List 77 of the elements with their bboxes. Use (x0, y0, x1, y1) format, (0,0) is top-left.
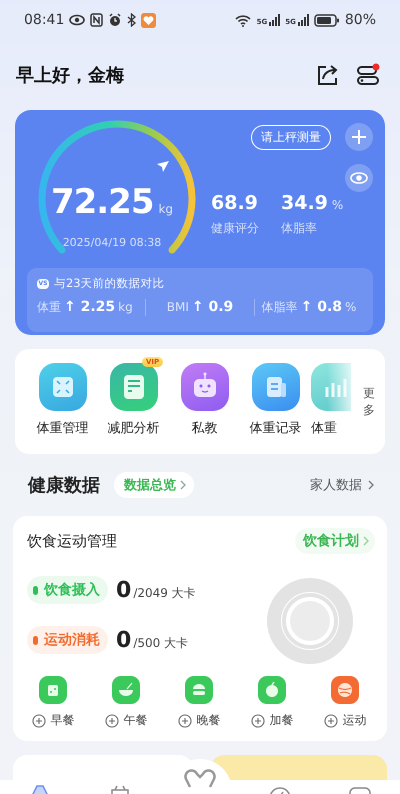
share-icon[interactable] (316, 64, 338, 86)
shortcut-robot-icon (180, 363, 228, 411)
battery-percent: 80% (344, 12, 376, 28)
measure-button[interactable]: 请上秤测量 (251, 124, 331, 150)
eye-icon (69, 14, 86, 26)
menu-icon[interactable] (356, 63, 380, 87)
alarm-icon (108, 13, 122, 27)
add-icon (250, 714, 264, 728)
meal-action[interactable]: 午餐 (100, 676, 152, 729)
shortcut-label: 体重管理 (36, 420, 88, 437)
heart-app-icon (141, 12, 156, 28)
battery-icon (314, 14, 340, 26)
weight-value: 72.25 (50, 182, 154, 222)
shortcut-item[interactable]: 私教 (169, 355, 240, 454)
family-data-link[interactable]: 家人数据 (310, 476, 374, 494)
compare-value: ↑ 0.9 (192, 299, 234, 315)
compare-value: ↑ 2.25 (64, 299, 116, 315)
greeting-text: 早上好，金梅 (16, 64, 125, 87)
add-icon (32, 714, 46, 728)
section-title: 健康数据 (28, 474, 100, 497)
nfc-icon (90, 13, 104, 27)
stat-unit: % (332, 198, 344, 212)
signal-icon (268, 14, 280, 26)
stat-label: 体脂率 (281, 220, 318, 237)
metric-target: /2049 大卡 (133, 584, 196, 602)
metric-tag: 运动消耗 (27, 626, 108, 654)
chevron-icon (363, 536, 369, 546)
wifi-icon (234, 13, 252, 27)
compare-value: ↑ 0.8 (300, 299, 342, 315)
compare-label: 体脂率 (262, 299, 298, 316)
shortcut-label: 私教 (192, 420, 218, 437)
meal-action[interactable]: 加餐 (246, 676, 298, 729)
bluetooth-icon (127, 13, 136, 27)
metric-value: 0 (116, 628, 132, 652)
compare-unit: % (345, 300, 356, 314)
stat-value: 68.9 (211, 192, 258, 214)
card-title: 饮食运动管理 (27, 532, 117, 550)
shortcut-label: 体重记录 (250, 420, 302, 437)
metric-tag: 饮食摄入 (27, 576, 108, 604)
add-button[interactable] (345, 123, 373, 151)
add-icon (178, 714, 192, 728)
meal-action[interactable]: 早餐 (27, 676, 79, 729)
chevron-icon (180, 480, 186, 490)
shortcut-analysis-icon (110, 363, 158, 411)
meal-action[interactable]: 晚餐 (173, 676, 225, 729)
metric-value: 0 (116, 578, 132, 602)
burger-icon (185, 676, 213, 704)
chevron-icon (368, 480, 374, 490)
compare-label: 体重 (37, 299, 61, 316)
metric-target: /500 大卡 (133, 634, 188, 652)
more-link[interactable]: 更多 (363, 385, 375, 419)
add-icon (104, 714, 118, 728)
comparison-title: 与23天前的数据对比 (54, 276, 165, 291)
add-icon (324, 714, 338, 728)
fruit-icon (258, 676, 286, 704)
visibility-button[interactable] (345, 164, 373, 192)
compare-label: BMI (166, 300, 189, 314)
bowl-icon (112, 676, 140, 704)
shortcut-scale-icon (38, 363, 86, 411)
meal-action[interactable]: 运动 (319, 676, 371, 729)
shortcut-item[interactable]: 体重记录 (240, 355, 311, 454)
bread-icon (39, 676, 67, 704)
status-time: 08:41 (24, 12, 64, 28)
signal-icon (296, 14, 309, 26)
shortcut-item[interactable]: 体重管理 (27, 355, 98, 454)
measure-time: 2025/04/19 08:38 (62, 236, 162, 249)
compare-unit: kg (118, 300, 133, 314)
shortcut-item[interactable]: 体重 (311, 355, 351, 454)
stat-label: 健康评分 (211, 220, 259, 237)
weight-unit: kg (158, 202, 174, 216)
eye-icon (350, 172, 368, 184)
shortcut-trend-icon (311, 363, 351, 411)
stat-value: 34.9 (281, 192, 328, 214)
shortcut-record-icon (252, 363, 300, 411)
plus-icon (351, 129, 367, 145)
shortcut-label: 体重 (311, 420, 337, 437)
shortcut-label: 减肥分析 (108, 420, 160, 437)
